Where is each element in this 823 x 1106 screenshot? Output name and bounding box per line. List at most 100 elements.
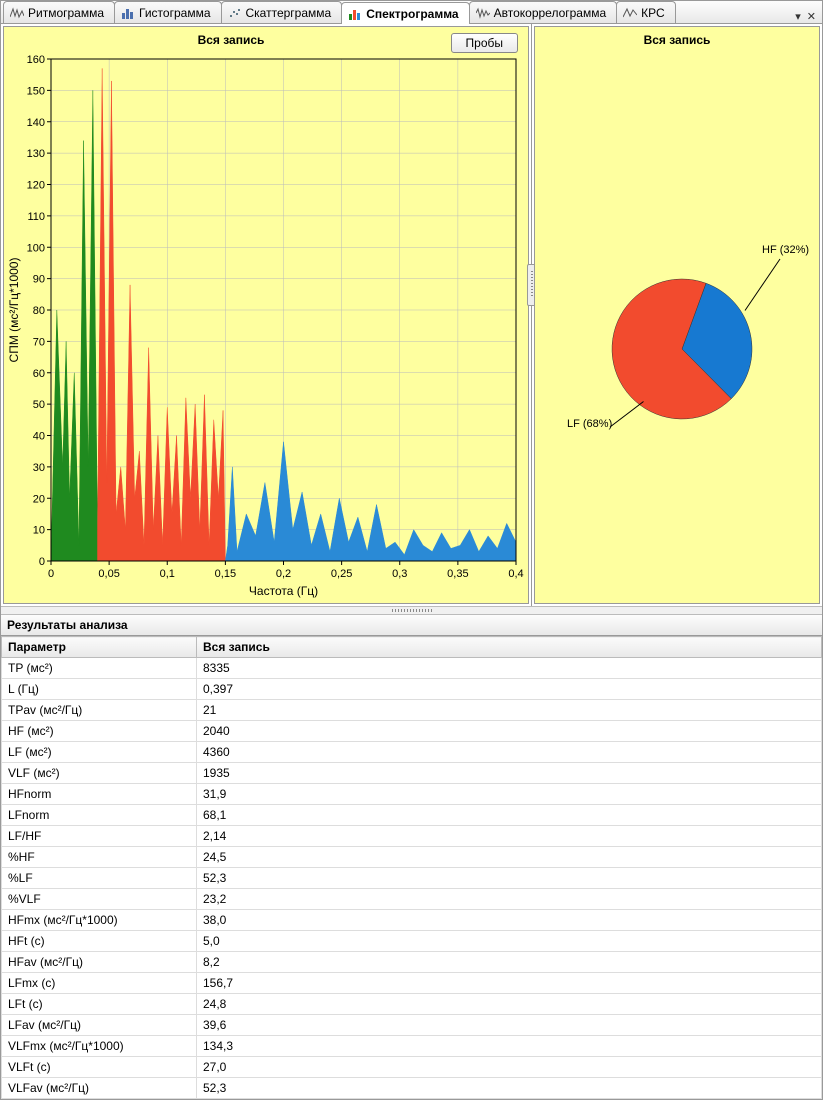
svg-text:СПМ (мс²/Гц*1000): СПМ (мс²/Гц*1000) [7,258,21,363]
svg-text:130: 130 [27,148,45,160]
value-cell: 2,14 [197,826,822,847]
param-cell: VLFt (с) [2,1057,197,1078]
tab-bar: Ритмограмма Гистограмма Скаттерграмма Сп… [1,1,822,24]
value-cell: 23,2 [197,889,822,910]
table-row[interactable]: VLFt (с)27,0 [2,1057,822,1078]
wave-icon [10,7,24,19]
svg-text:100: 100 [27,242,45,254]
table-row[interactable]: L (Гц)0,397 [2,679,822,700]
svg-text:120: 120 [27,180,45,192]
value-cell: 52,3 [197,1078,822,1099]
table-row[interactable]: VLF (мс²)1935 [2,763,822,784]
param-cell: LFnorm [2,805,197,826]
svg-text:110: 110 [27,211,45,223]
svg-text:10: 10 [33,525,45,537]
param-cell: HFt (с) [2,931,197,952]
value-cell: 4360 [197,742,822,763]
results-header: Результаты анализа [1,615,822,636]
svg-text:70: 70 [33,336,45,348]
value-cell: 68,1 [197,805,822,826]
param-cell: HFmx (мс²/Гц*1000) [2,910,197,931]
table-row[interactable]: LFnorm68,1 [2,805,822,826]
value-cell: 27,0 [197,1057,822,1078]
tab-autocorrelogram[interactable]: Автокоррелограмма [469,1,618,23]
tab-label: Скаттерграмма [246,6,332,20]
value-cell: 1935 [197,763,822,784]
close-icon[interactable]: ✕ [807,10,816,23]
tab-label: Гистограмма [139,6,210,20]
value-cell: 5,0 [197,931,822,952]
svg-text:0,15: 0,15 [215,568,236,580]
svg-text:HF (32%): HF (32%) [762,244,809,256]
value-cell: 24,8 [197,994,822,1015]
svg-text:90: 90 [33,274,45,286]
tab-label: Автокоррелограмма [494,6,607,20]
pie-panel: Вся запись HF (32%)LF (68%) [531,24,822,606]
value-cell: 8,2 [197,952,822,973]
window-buttons: ▾ ✕ [795,10,822,23]
value-cell: 52,3 [197,868,822,889]
spectrum-plot: Вся запись Пробы 01020304050607080901001… [3,26,529,604]
spectrum-panel: Вся запись Пробы 01020304050607080901001… [1,24,531,606]
table-row[interactable]: %HF24,5 [2,847,822,868]
value-cell: 39,6 [197,1015,822,1036]
table-row[interactable]: VLFav (мс²/Гц)52,3 [2,1078,822,1099]
value-cell: 24,5 [197,847,822,868]
column-header-value[interactable]: Вся запись [197,637,822,658]
param-cell: HFav (мс²/Гц) [2,952,197,973]
table-row[interactable]: LF (мс²)4360 [2,742,822,763]
pie-plot: Вся запись HF (32%)LF (68%) [534,26,820,604]
tab-ritmogram[interactable]: Ритмограмма [3,1,115,23]
param-cell: VLFmx (мс²/Гц*1000) [2,1036,197,1057]
svg-text:0,4: 0,4 [508,568,523,580]
svg-text:80: 80 [33,305,45,317]
value-cell: 2040 [197,721,822,742]
param-cell: TP (мс²) [2,658,197,679]
column-header-param[interactable]: Параметр [2,637,197,658]
table-row[interactable]: LFmx (с)156,7 [2,973,822,994]
table-row[interactable]: LFt (с)24,8 [2,994,822,1015]
param-cell: LF (мс²) [2,742,197,763]
param-cell: HF (мс²) [2,721,197,742]
param-cell: %HF [2,847,197,868]
wave-icon [476,7,490,19]
table-row[interactable]: TP (мс²)8335 [2,658,822,679]
svg-text:LF (68%): LF (68%) [567,418,612,430]
menu-dropdown-icon[interactable]: ▾ [795,10,801,23]
tab-spectrogram[interactable]: Спектрограмма [341,2,469,24]
param-cell: HFnorm [2,784,197,805]
table-row[interactable]: LF/HF2,14 [2,826,822,847]
table-row[interactable]: HFav (мс²/Гц)8,2 [2,952,822,973]
tab-label: Ритмограмма [28,6,104,20]
svg-text:60: 60 [33,368,45,380]
table-row[interactable]: %VLF23,2 [2,889,822,910]
tab-label: КРС [641,6,665,20]
param-cell: LFt (с) [2,994,197,1015]
tab-scattergram[interactable]: Скаттерграмма [221,1,343,23]
svg-text:40: 40 [33,431,45,443]
table-row[interactable]: TPav (мс²/Гц)21 [2,700,822,721]
results-table: Параметр Вся запись TP (мс²)8335L (Гц)0,… [1,636,822,1099]
table-row[interactable]: HFnorm31,9 [2,784,822,805]
table-row[interactable]: HF (мс²)2040 [2,721,822,742]
svg-text:0,25: 0,25 [331,568,352,580]
table-row[interactable]: %LF52,3 [2,868,822,889]
tab-krs[interactable]: КРС [616,1,676,23]
svg-text:0,35: 0,35 [447,568,468,580]
value-cell: 21 [197,700,822,721]
param-cell: LFmx (с) [2,973,197,994]
tab-histogram[interactable]: Гистограмма [114,1,221,23]
value-cell: 31,9 [197,784,822,805]
horizontal-splitter[interactable] [1,606,822,615]
table-row[interactable]: VLFmx (мс²/Гц*1000)134,3 [2,1036,822,1057]
svg-text:0: 0 [48,568,54,580]
table-row[interactable]: LFav (мс²/Гц)39,6 [2,1015,822,1036]
table-row[interactable]: HFmx (мс²/Гц*1000)38,0 [2,910,822,931]
spectrum-icon [348,8,362,20]
param-cell: %VLF [2,889,197,910]
svg-text:30: 30 [33,462,45,474]
value-cell: 134,3 [197,1036,822,1057]
bars-icon [121,7,135,19]
param-cell: TPav (мс²/Гц) [2,700,197,721]
table-row[interactable]: HFt (с)5,0 [2,931,822,952]
